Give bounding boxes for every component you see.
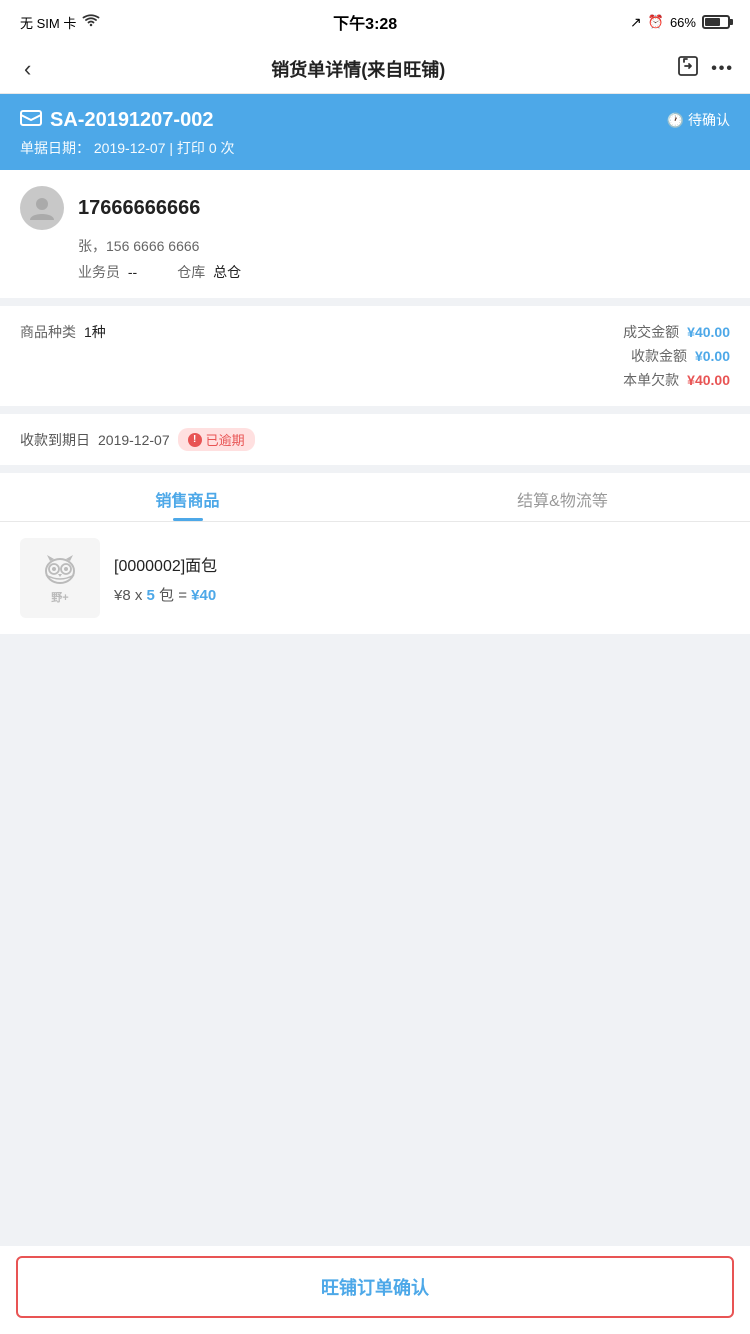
share-icon[interactable] [677, 55, 699, 83]
summary-left: 商品种类 1种 [20, 322, 375, 342]
back-button[interactable]: ‹ [16, 48, 39, 90]
transaction-row: 成交金额 ¥40.00 [623, 322, 730, 342]
order-icon [20, 108, 42, 132]
product-name: [0000002]面包 [114, 552, 730, 576]
product-section: 野+ [0000002]面包 ¥8 x 5 包 = ¥40 [0, 522, 750, 634]
status-time: 下午3:28 [333, 10, 397, 34]
status-right-icons: ↗ ⏰ 66% [630, 14, 730, 31]
order-banner: SA-20191207-002 🕐 待确认 单据日期： 2019-12-07 |… [0, 94, 750, 170]
summary-right: 成交金额 ¥40.00 收款金额 ¥0.00 本单欠款 ¥40.00 [375, 322, 730, 390]
status-clock-icon: 🕐 [667, 112, 684, 129]
product-thumbnail: 野+ [20, 538, 100, 618]
nav-actions: ••• [677, 55, 734, 83]
page-title: 销货单详情(来自旺铺) [39, 56, 677, 82]
owed-row: 本单欠款 ¥40.00 [623, 370, 730, 390]
product-info: [0000002]面包 ¥8 x 5 包 = ¥40 [114, 552, 730, 605]
customer-main-row: 17666666666 [20, 186, 730, 230]
avatar [20, 186, 64, 230]
tab-settlement-logistics[interactable]: 结算&物流等 [375, 473, 750, 521]
order-date: 单据日期： 2019-12-07 | 打印 0 次 [20, 138, 730, 158]
overdue-warning-icon: ! [188, 433, 202, 447]
wifi-icon [82, 14, 100, 31]
bottom-area [0, 634, 750, 854]
carrier-text: 无 SIM 卡 [20, 13, 76, 32]
product-type-row: 商品种类 1种 [20, 322, 375, 342]
status-carrier: 无 SIM 卡 [20, 13, 100, 32]
tab-bar: 销售商品 结算&物流等 [0, 473, 750, 522]
customer-card: 17666666666 张，156 6666 6666 业务员 -- 仓库 总仓 [0, 170, 750, 298]
warehouse: 仓库 总仓 [177, 262, 241, 282]
overdue-badge: ! 已逾期 [178, 428, 255, 451]
product-item: 野+ [0000002]面包 ¥8 x 5 包 = ¥40 [0, 522, 750, 634]
overdue-text: 已逾期 [206, 430, 245, 449]
customer-contact: 张，156 6666 6666 [78, 236, 730, 256]
received-row: 收款金额 ¥0.00 [631, 346, 730, 366]
battery-icon [702, 15, 730, 29]
customer-phone: 17666666666 [78, 197, 200, 220]
confirm-order-button[interactable]: 旺铺订单确认 [16, 1256, 734, 1318]
summary-card: 商品种类 1种 成交金额 ¥40.00 收款金额 ¥0.00 本单欠款 ¥40.… [0, 306, 750, 406]
due-date-card: 收款到期日 2019-12-07 ! 已逾期 [0, 414, 750, 465]
nav-bar: ‹ 销货单详情(来自旺铺) ••• [0, 44, 750, 94]
order-number: SA-20191207-002 [20, 108, 213, 132]
alarm-icon: ⏰ [648, 14, 664, 30]
location-icon: ↗ [630, 14, 642, 31]
sales-rep: 业务员 -- [78, 262, 137, 282]
product-price: ¥8 x 5 包 = ¥40 [114, 584, 730, 605]
customer-meta: 业务员 -- 仓库 总仓 [78, 262, 730, 282]
order-status: 🕐 待确认 [667, 110, 730, 130]
product-logo: 野+ [39, 551, 81, 605]
due-date-value: 2019-12-07 [98, 432, 170, 448]
due-date-label: 收款到期日 [20, 430, 90, 450]
status-bar: 无 SIM 卡 下午3:28 ↗ ⏰ 66% [0, 0, 750, 44]
tab-sales-products[interactable]: 销售商品 [0, 473, 375, 521]
more-button[interactable]: ••• [711, 60, 734, 78]
confirm-button-container: 旺铺订单确认 [0, 1246, 750, 1334]
battery-text: 66% [670, 15, 696, 30]
